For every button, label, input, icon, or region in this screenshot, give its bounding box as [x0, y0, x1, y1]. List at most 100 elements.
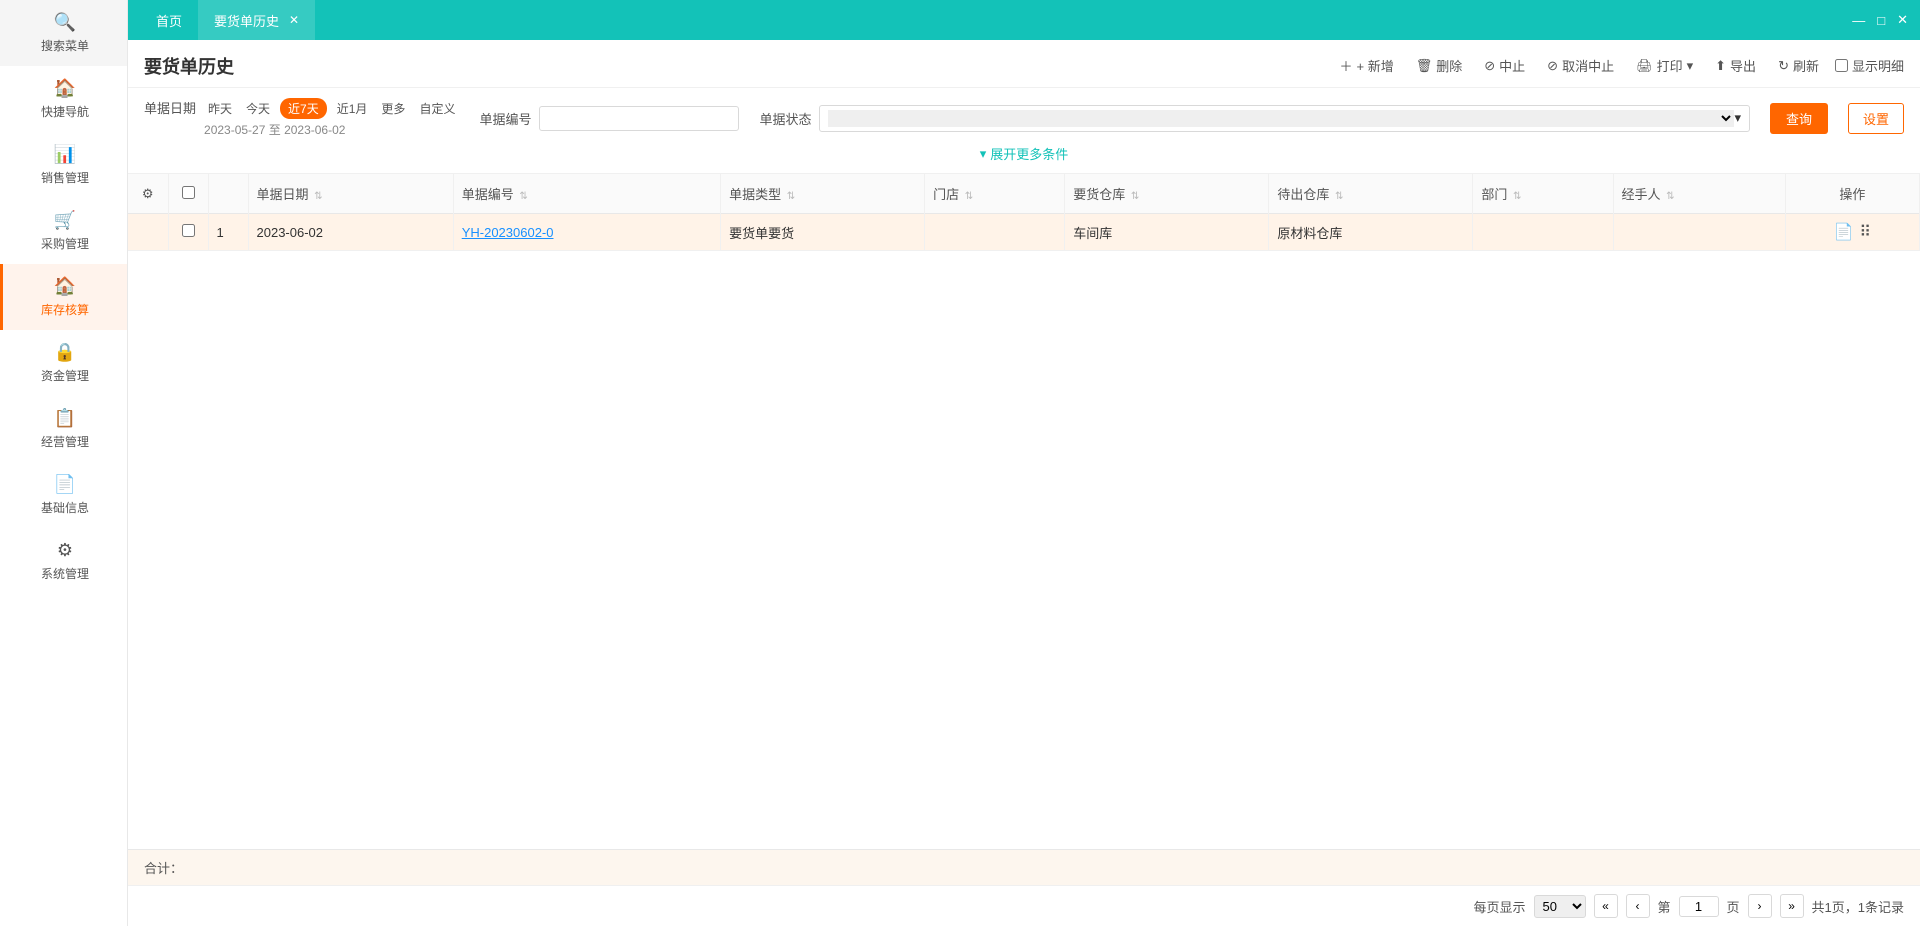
table-row: 1 2023-06-02 YH-20230602-0 要货单要货 车间库 原材料… [128, 214, 1920, 251]
new-button[interactable]: ＋ + 新增 [1333, 52, 1399, 79]
view-action-btn[interactable]: 📄 [1834, 222, 1854, 242]
sort-doc-date-icon: ⇅ [314, 191, 322, 202]
sort-req-warehouse-icon: ⇅ [1131, 191, 1139, 202]
tab-requisition-history[interactable]: 要货单历史 ✕ [198, 0, 315, 40]
sort-department-icon: ⇅ [1513, 191, 1521, 202]
sidebar: 🔍 搜索菜单 🏠 快捷导航 📊 销售管理 🛒 采购管理 🏠 库存核算 🔒 资金管… [0, 0, 128, 926]
per-page-select[interactable]: 20 50 100 [1534, 895, 1586, 918]
new-icon: ＋ [1339, 56, 1352, 75]
col-doc-type[interactable]: 单据类型 ⇅ [721, 174, 925, 214]
date-range-display: 2023-05-27 至 2023-06-02 [204, 121, 459, 138]
data-table: ⚙ 单据日期 ⇅ 单据编号 ⇅ [128, 174, 1920, 251]
print-dropdown-icon: ▾ [1687, 58, 1694, 74]
date-btn-last-month[interactable]: 近1月 [333, 98, 372, 119]
select-all-checkbox[interactable] [182, 186, 195, 199]
date-btn-today[interactable]: 今天 [242, 98, 274, 119]
date-btn-custom[interactable]: 自定义 [415, 98, 459, 119]
cell-doc-no: YH-20230602-0 [453, 214, 720, 251]
page-title: 要货单历史 [144, 53, 234, 79]
sort-handler-icon: ⇅ [1666, 191, 1674, 202]
doc-no-link[interactable]: YH-20230602-0 [462, 225, 554, 240]
sidebar-item-label: 搜索菜单 [41, 37, 89, 54]
first-page-btn[interactable]: « [1594, 894, 1618, 918]
print-button[interactable]: 🖨 打印 ▾ [1630, 52, 1699, 79]
doc-date-label: 单据日期 [144, 98, 196, 117]
per-page-label: 每页显示 [1473, 897, 1525, 916]
prev-page-btn[interactable]: ‹ [1626, 894, 1650, 918]
col-handler[interactable]: 经手人 ⇅ [1613, 174, 1785, 214]
expand-more-btn[interactable]: ▾ 展开更多条件 [144, 144, 1904, 163]
sidebar-item-basic-info[interactable]: 📄 基础信息 [0, 462, 127, 528]
delete-button[interactable]: 🗑 删除 [1410, 52, 1469, 79]
cell-pending-warehouse: 原材料仓库 [1269, 214, 1473, 251]
sidebar-item-label: 采购管理 [41, 235, 89, 252]
sidebar-item-sales-mgmt[interactable]: 📊 销售管理 [0, 132, 127, 198]
window-maximize-icon[interactable]: □ [1877, 13, 1885, 28]
query-button[interactable]: 查询 [1770, 103, 1828, 134]
more-action-btn[interactable]: ⠿ [1859, 222, 1871, 242]
date-btn-last7days[interactable]: 近7天 [280, 98, 327, 119]
window-close-icon[interactable]: ✕ [1897, 12, 1908, 28]
tab-home[interactable]: 首页 [140, 0, 198, 40]
toolbar: ＋ + 新增 🗑 删除 ⊘ 中止 ⊘ 取消中止 🖨 打印 [1333, 52, 1904, 79]
sidebar-item-search-menu[interactable]: 🔍 搜索菜单 [0, 0, 127, 66]
col-pending-warehouse[interactable]: 待出仓库 ⇅ [1269, 174, 1473, 214]
doc-no-input[interactable] [539, 106, 739, 131]
doc-status-select[interactable] [828, 110, 1734, 127]
col-department[interactable]: 部门 ⇅ [1473, 174, 1613, 214]
sort-doc-no-icon: ⇅ [519, 191, 527, 202]
expand-icon: ▾ [980, 146, 987, 162]
col-settings[interactable]: ⚙ [128, 174, 168, 214]
date-btn-more[interactable]: 更多 [377, 98, 409, 119]
cancel-stop-button[interactable]: ⊘ 取消中止 [1541, 52, 1620, 79]
total-info: 共1页，1条记录 [1812, 897, 1904, 916]
sidebar-item-label: 基础信息 [41, 499, 89, 516]
tab-close-icon[interactable]: ✕ [289, 13, 299, 27]
chevron-down-icon: ▾ [1734, 110, 1741, 126]
sidebar-item-label: 系统管理 [41, 565, 89, 582]
col-store[interactable]: 门店 ⇅ [925, 174, 1065, 214]
sidebar-item-finance-mgmt[interactable]: 🔒 资金管理 [0, 330, 127, 396]
cell-settings [128, 214, 168, 251]
page-suffix: 页 [1727, 897, 1740, 916]
settings-button[interactable]: 设置 [1848, 103, 1904, 134]
page-input[interactable]: 1 [1679, 896, 1719, 917]
cell-action: 📄 ⠿ [1785, 214, 1919, 251]
window-minimize-icon[interactable]: — [1852, 13, 1865, 28]
sidebar-item-purchase-mgmt[interactable]: 🛒 采购管理 [0, 198, 127, 264]
date-shortcuts: 昨天 今天 近7天 近1月 更多 自定义 [204, 98, 459, 119]
display-detail-checkbox[interactable]: 显示明细 [1835, 56, 1904, 75]
col-index [208, 174, 248, 214]
next-page-btn[interactable]: › [1748, 894, 1772, 918]
page-header: 要货单历史 ＋ + 新增 🗑 删除 ⊘ 中止 ⊘ 取消中止 [128, 40, 1920, 88]
basic-info-icon: 📄 [54, 474, 76, 495]
sidebar-item-quick-nav[interactable]: 🏠 快捷导航 [0, 66, 127, 132]
display-detail-check[interactable] [1835, 59, 1848, 72]
sidebar-item-operations-mgmt[interactable]: 📋 经营管理 [0, 396, 127, 462]
cell-handler [1613, 214, 1785, 251]
export-button[interactable]: ⬆ 导出 [1709, 52, 1762, 79]
sidebar-item-inventory[interactable]: 🏠 库存核算 [0, 264, 127, 330]
stop-icon: ⊘ [1484, 58, 1495, 74]
inventory-icon: 🏠 [54, 276, 76, 297]
finance-icon: 🔒 [54, 342, 76, 363]
sort-pending-warehouse-icon: ⇅ [1335, 191, 1343, 202]
date-btn-yesterday[interactable]: 昨天 [204, 98, 236, 119]
sum-label: 合计： [144, 858, 183, 877]
last-page-btn[interactable]: » [1780, 894, 1804, 918]
cancel-stop-icon: ⊘ [1547, 58, 1558, 74]
table-container: ⚙ 单据日期 ⇅ 单据编号 ⇅ [128, 174, 1920, 849]
col-req-warehouse[interactable]: 要货仓库 ⇅ [1065, 174, 1269, 214]
cell-index: 1 [208, 214, 248, 251]
operations-icon: 📋 [54, 408, 76, 429]
doc-no-label: 单据编号 [479, 109, 531, 128]
col-doc-date[interactable]: 单据日期 ⇅ [248, 174, 453, 214]
refresh-button[interactable]: ↻ 刷新 [1772, 52, 1825, 79]
row-checkbox[interactable] [182, 224, 195, 237]
print-icon: 🖨 [1636, 58, 1653, 74]
cell-doc-date: 2023-06-02 [248, 214, 453, 251]
stop-button[interactable]: ⊘ 中止 [1478, 52, 1531, 79]
sidebar-item-label: 资金管理 [41, 367, 89, 384]
sidebar-item-system-mgmt[interactable]: ⚙ 系统管理 [0, 528, 127, 594]
col-doc-no[interactable]: 单据编号 ⇅ [453, 174, 720, 214]
